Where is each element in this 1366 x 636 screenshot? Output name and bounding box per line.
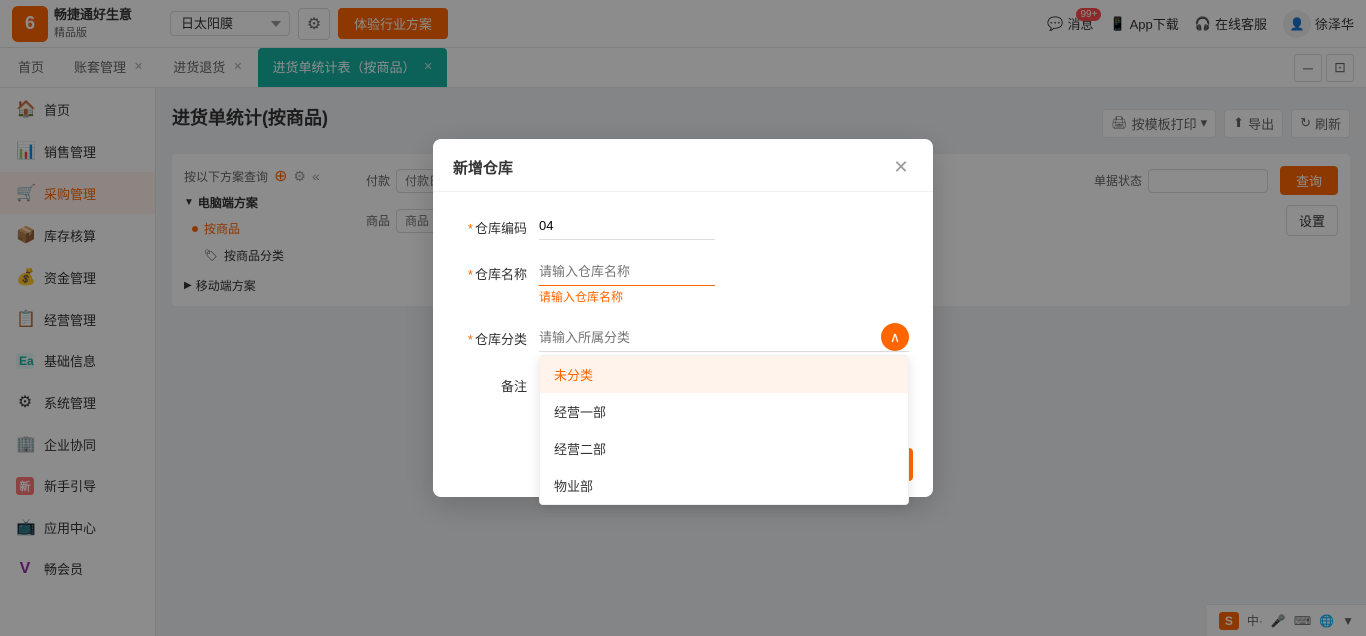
form-row-code: *仓库编码 (457, 212, 909, 240)
code-input-wrap (539, 212, 909, 240)
category-label: *仓库分类 (457, 323, 527, 348)
category-input-row: ∧ (539, 323, 909, 352)
category-input[interactable] (539, 324, 881, 351)
dropdown-item-dept1[interactable]: 经营一部 (540, 393, 908, 430)
dialog-title: 新增仓库 (453, 157, 513, 178)
dropdown-item-uncategorized[interactable]: 未分类 (540, 356, 908, 393)
code-label: *仓库编码 (457, 212, 527, 237)
dialog-close-button[interactable]: ✕ (889, 155, 913, 179)
dialog-header: 新增仓库 ✕ (433, 139, 933, 192)
category-input-wrap: ∧ 未分类 经营一部 经营二部 物业部 (539, 323, 909, 352)
remark-label: 备注 (457, 370, 527, 395)
dropdown-item-dept2[interactable]: 经营二部 (540, 430, 908, 467)
dialog-body: *仓库编码 *仓库名称 请输入仓库名称 *仓库分类 (433, 192, 933, 436)
name-label: *仓库名称 (457, 258, 527, 283)
category-toggle-button[interactable]: ∧ (881, 323, 909, 351)
form-row-category: *仓库分类 ∧ 未分类 经营一部 经营二部 物业部 (457, 323, 909, 352)
add-warehouse-dialog: 新增仓库 ✕ *仓库编码 *仓库名称 请输入仓库名称 (433, 139, 933, 497)
dialog-overlay: 新增仓库 ✕ *仓库编码 *仓库名称 请输入仓库名称 (0, 0, 1366, 636)
name-input-wrap: 请输入仓库名称 (539, 258, 909, 305)
name-error-tip: 请输入仓库名称 (539, 288, 909, 305)
name-input[interactable] (539, 258, 715, 286)
form-row-name: *仓库名称 请输入仓库名称 (457, 258, 909, 305)
dropdown-item-dept3[interactable]: 物业部 (540, 467, 908, 504)
code-input[interactable] (539, 212, 715, 240)
category-dropdown: 未分类 经营一部 经营二部 物业部 (539, 355, 909, 505)
